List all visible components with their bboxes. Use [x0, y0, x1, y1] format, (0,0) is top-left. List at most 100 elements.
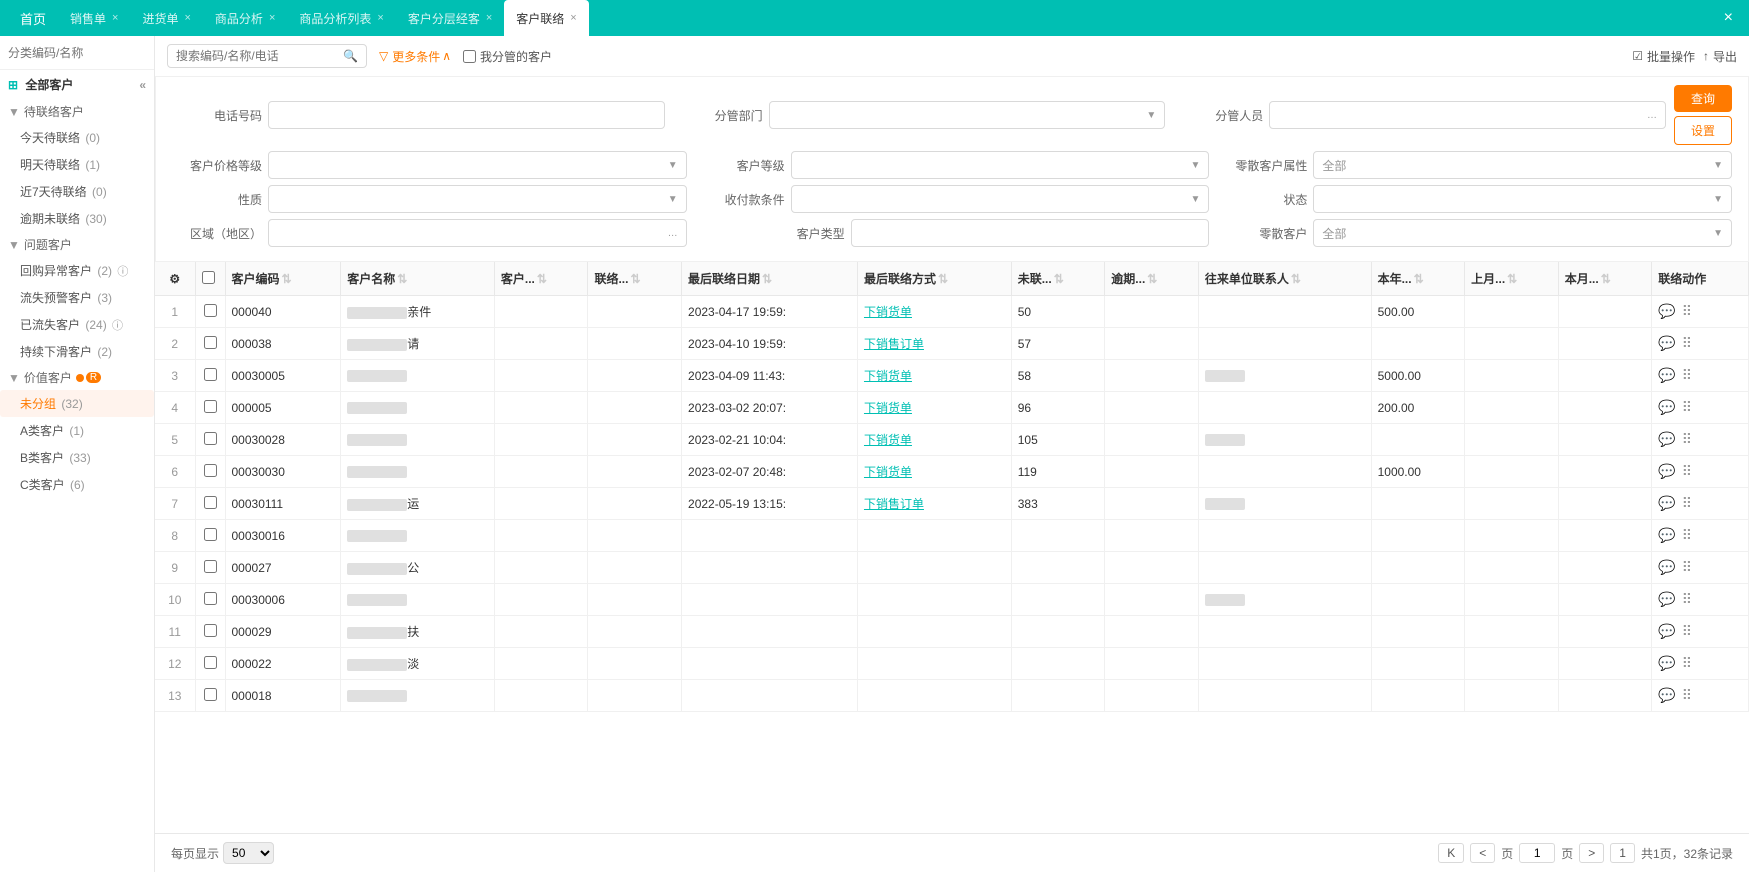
grid-action-icon[interactable]: ⠿ — [1682, 335, 1692, 352]
contact-way-link[interactable]: 下销货单 — [864, 305, 912, 319]
sidebar-item-overdue[interactable]: 逾期未联络 (30) — [0, 205, 154, 232]
message-icon[interactable]: 💬 — [1658, 559, 1675, 576]
sidebar-item-abnormal[interactable]: 回购异常客户 (2) ⓘ — [0, 257, 154, 284]
message-icon[interactable]: 💬 — [1658, 399, 1675, 416]
row-checkbox[interactable] — [204, 336, 217, 349]
contact-way-link[interactable]: 下销货单 — [864, 401, 912, 415]
nav-tab-customer-contact[interactable]: 客户联络 × — [504, 0, 588, 36]
grid-action-icon[interactable]: ⠿ — [1682, 687, 1692, 704]
message-icon[interactable]: 💬 — [1658, 463, 1675, 480]
message-icon[interactable]: 💬 — [1658, 591, 1675, 608]
more-conditions-btn[interactable]: ▽ 更多条件 ∧ — [379, 48, 451, 65]
message-icon[interactable]: 💬 — [1658, 367, 1675, 384]
message-icon[interactable]: 💬 — [1658, 655, 1675, 672]
message-icon[interactable]: 💬 — [1658, 527, 1675, 544]
retail-select[interactable]: 全部 ▼ — [1313, 219, 1732, 247]
close-purchase-tab[interactable]: × — [184, 12, 190, 24]
last-page-btn[interactable]: 1 — [1610, 843, 1635, 863]
grid-action-icon[interactable]: ⠿ — [1682, 559, 1692, 576]
customer-type-select[interactable] — [851, 219, 1210, 247]
grid-action-icon[interactable]: ⠿ — [1682, 431, 1692, 448]
message-icon[interactable]: 💬 — [1658, 687, 1675, 704]
row-checkbox[interactable] — [204, 400, 217, 413]
phone-input[interactable] — [268, 101, 665, 129]
sidebar-item-class-b[interactable]: B类客户 (33) — [0, 444, 154, 471]
sidebar-item-declining[interactable]: 持续下滑客户 (2) — [0, 338, 154, 365]
sidebar-item-churn-warning[interactable]: 流失预警客户 (3) — [0, 284, 154, 311]
sidebar-search-input[interactable] — [8, 46, 155, 60]
sidebar-item-unclassified[interactable]: 未分组 (32) — [0, 390, 154, 417]
grid-action-icon[interactable]: ⠿ — [1682, 495, 1692, 512]
contact-way-link[interactable]: 下销售订单 — [864, 497, 924, 511]
nav-tab-product-analysis[interactable]: 商品分析 × — [203, 0, 287, 36]
sidebar-item-tomorrow[interactable]: 明天待联络 (1) — [0, 151, 154, 178]
row-checkbox[interactable] — [204, 464, 217, 477]
price-level-select[interactable]: ▼ — [268, 151, 687, 179]
th-settings[interactable]: ⚙ — [155, 262, 195, 296]
grid-action-icon[interactable]: ⠿ — [1682, 623, 1692, 640]
message-icon[interactable]: 💬 — [1658, 623, 1675, 640]
contact-way-link[interactable]: 下销货单 — [864, 369, 912, 383]
close-product-list-tab[interactable]: × — [377, 12, 383, 24]
contact-way-link[interactable]: 下销售订单 — [864, 337, 924, 351]
row-checkbox[interactable] — [204, 656, 217, 669]
payment-select[interactable]: ▼ — [791, 185, 1210, 213]
message-icon[interactable]: 💬 — [1658, 495, 1675, 512]
grid-action-icon[interactable]: ⠿ — [1682, 463, 1692, 480]
contact-way-link[interactable]: 下销货单 — [864, 465, 912, 479]
nav-tab-product-list[interactable]: 商品分析列表 × — [287, 0, 395, 36]
reset-button[interactable]: 设置 — [1674, 116, 1732, 145]
grid-action-icon[interactable]: ⠿ — [1682, 399, 1692, 416]
nav-tab-customer-tier[interactable]: 客户分层经客 × — [396, 0, 504, 36]
nav-tab-purchase[interactable]: 进货单 × — [130, 0, 202, 36]
row-checkbox[interactable] — [204, 688, 217, 701]
settings-icon[interactable]: ⚙ — [169, 272, 180, 286]
nav-tab-sales[interactable]: 销售单 × — [58, 0, 130, 36]
grid-action-icon[interactable]: ⠿ — [1682, 527, 1692, 544]
grid-action-icon[interactable]: ⠿ — [1682, 591, 1692, 608]
grid-action-icon[interactable]: ⠿ — [1682, 367, 1692, 384]
close-all-tabs[interactable]: × — [1716, 9, 1741, 27]
row-checkbox[interactable] — [204, 496, 217, 509]
page-number-input[interactable] — [1519, 843, 1555, 863]
nav-home[interactable]: 首页 — [8, 9, 58, 28]
per-page-select[interactable]: 50 100 — [223, 842, 274, 864]
select-all-checkbox[interactable] — [202, 271, 215, 284]
query-button[interactable]: 查询 — [1674, 85, 1732, 112]
grid-action-icon[interactable]: ⠿ — [1682, 303, 1692, 320]
status-select[interactable]: ▼ — [1313, 185, 1732, 213]
row-checkbox[interactable] — [204, 528, 217, 541]
manager-select[interactable]: … — [1269, 101, 1666, 129]
sidebar-item-class-c[interactable]: C类客户 (6) — [0, 471, 154, 498]
row-checkbox[interactable] — [204, 560, 217, 573]
grid-action-icon[interactable]: ⠿ — [1682, 655, 1692, 672]
close-customer-contact-tab[interactable]: × — [570, 12, 576, 24]
search-input[interactable] — [176, 49, 343, 63]
sidebar-item-7days[interactable]: 近7天待联络 (0) — [0, 178, 154, 205]
next-page-btn[interactable]: > — [1579, 843, 1604, 863]
my-customers-checkbox[interactable] — [463, 50, 476, 63]
row-checkbox[interactable] — [204, 624, 217, 637]
customer-level-select[interactable]: ▼ — [791, 151, 1210, 179]
dept-select[interactable]: ▼ — [769, 101, 1166, 129]
row-checkbox[interactable] — [204, 368, 217, 381]
row-checkbox[interactable] — [204, 304, 217, 317]
gender-select[interactable]: ▼ — [268, 185, 687, 213]
sidebar-all-customers[interactable]: ⊞ 全部客户 « — [0, 70, 154, 99]
prev-page-btn[interactable]: < — [1470, 843, 1495, 863]
search-icon[interactable]: 🔍 — [343, 49, 358, 63]
export-btn[interactable]: ↑ 导出 — [1703, 48, 1737, 65]
first-page-btn[interactable]: K — [1438, 843, 1464, 863]
message-icon[interactable]: 💬 — [1658, 335, 1675, 352]
sidebar-item-lost[interactable]: 已流失客户 (24) ⓘ — [0, 311, 154, 338]
message-icon[interactable]: 💬 — [1658, 303, 1675, 320]
close-customer-tier-tab[interactable]: × — [486, 12, 492, 24]
retail-attr-select[interactable]: 全部 ▼ — [1313, 151, 1732, 179]
close-sales-tab[interactable]: × — [112, 12, 118, 24]
sidebar-item-today[interactable]: 今天待联络 (0) — [0, 124, 154, 151]
row-checkbox[interactable] — [204, 432, 217, 445]
sidebar-collapse-icon[interactable]: « — [139, 78, 146, 92]
row-checkbox[interactable] — [204, 592, 217, 605]
contact-way-link[interactable]: 下销货单 — [864, 433, 912, 447]
region-select[interactable]: … — [268, 219, 687, 247]
